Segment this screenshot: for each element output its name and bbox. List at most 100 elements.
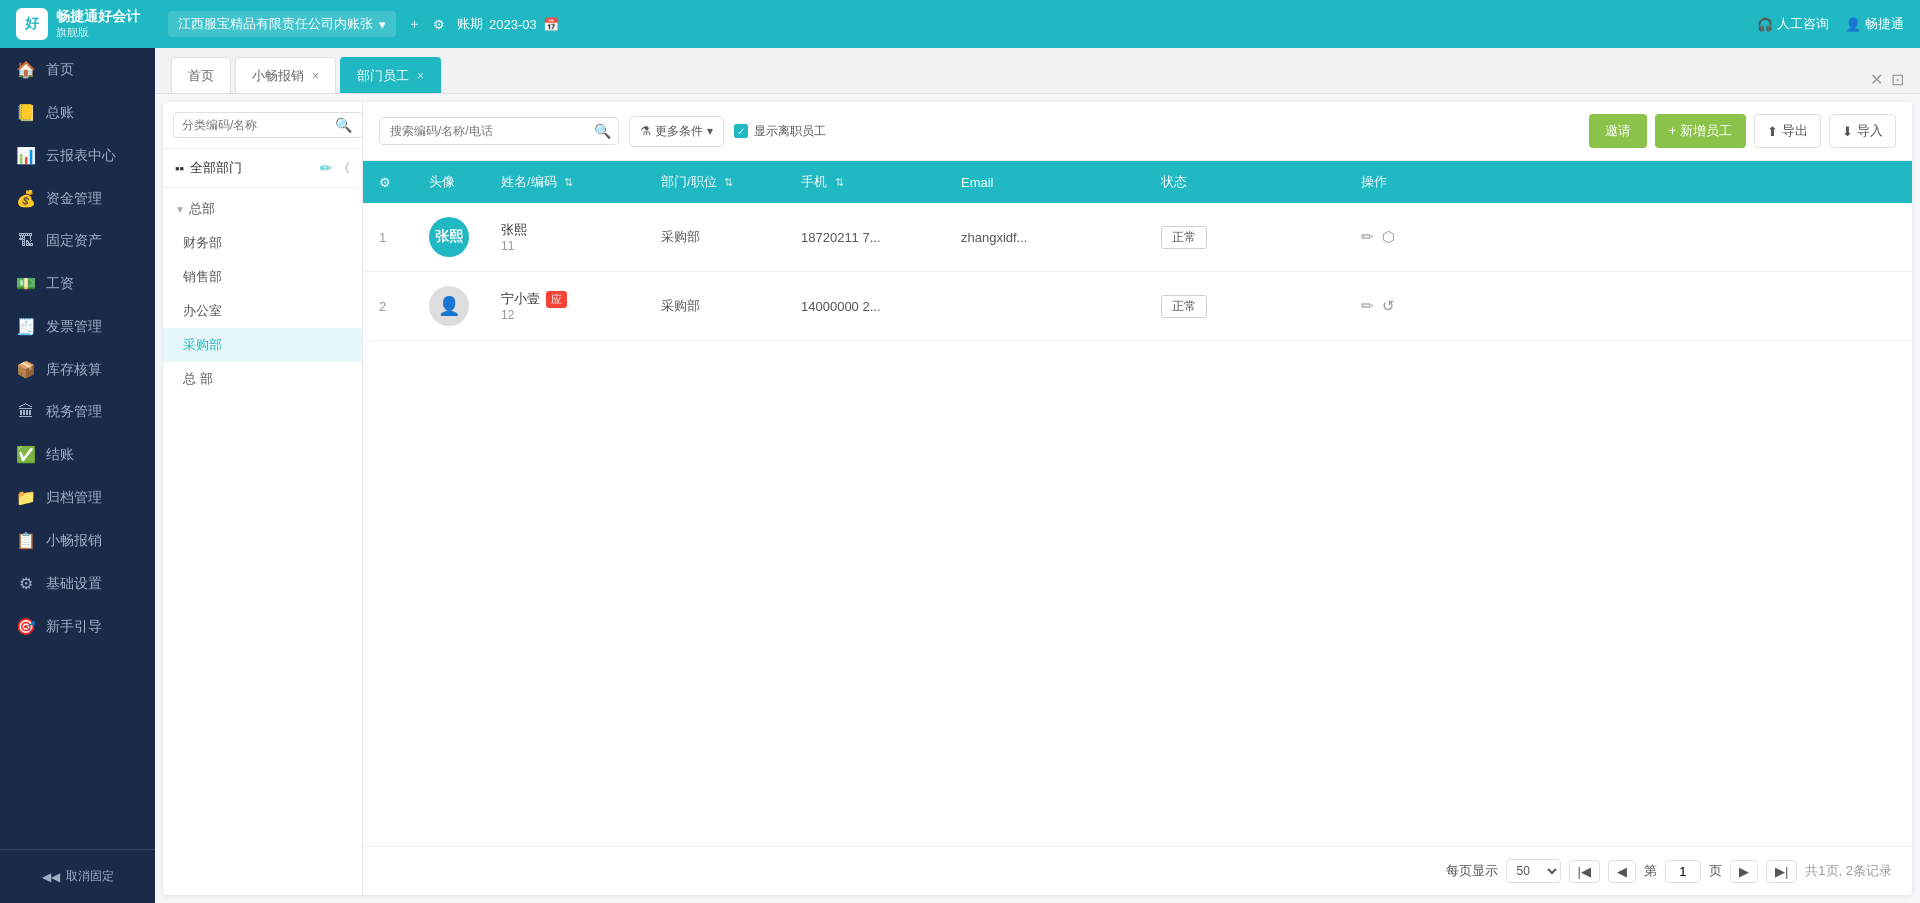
- sidebar-item-home[interactable]: 🏠 首页: [0, 48, 155, 91]
- sidebar-item-archive[interactable]: 📁 归档管理: [0, 476, 155, 519]
- row2-index: 2: [363, 272, 413, 341]
- unfix-icon: ◀◀: [42, 870, 60, 884]
- sidebar-item-basic-settings[interactable]: ⚙ 基础设置: [0, 562, 155, 605]
- invite-button[interactable]: 邀请: [1589, 114, 1647, 148]
- all-dept-header[interactable]: ▪▪ 全部部门 ✏ 《: [163, 149, 362, 188]
- calendar-icon[interactable]: 📅: [543, 17, 559, 32]
- sidebar-item-fixed-assets[interactable]: 🏗 固定资产: [0, 220, 155, 262]
- last-page-button[interactable]: ▶|: [1766, 860, 1797, 883]
- dept-item-xiaoshou[interactable]: 销售部: [163, 260, 362, 294]
- row1-edit-icon[interactable]: ✏: [1361, 228, 1374, 246]
- total-records-label: 共1页, 2条记录: [1805, 862, 1892, 880]
- row2-name: 宁小壹 应 12: [485, 272, 645, 341]
- dept-label-zongbu: 总部: [189, 200, 215, 218]
- reports-icon: 📊: [16, 146, 36, 165]
- row2-dept: 采购部: [645, 272, 785, 341]
- employee-search-input[interactable]: [379, 117, 619, 145]
- sidebar-label-expense: 小畅报销: [46, 532, 102, 550]
- main-layout: 🏠 首页 📒 总账 📊 云报表中心 💰 资金管理 🏗 固定资产 💵 工资 🧾 发…: [0, 48, 1920, 903]
- sidebar-item-funds[interactable]: 💰 资金管理: [0, 177, 155, 220]
- settings-button[interactable]: ⚙: [433, 17, 445, 32]
- unfix-button[interactable]: ◀◀ 取消固定: [0, 860, 155, 893]
- prev-page-button[interactable]: ◀: [1608, 860, 1636, 883]
- page-number-input[interactable]: [1665, 860, 1701, 883]
- sidebar-item-expense[interactable]: 📋 小畅报销: [0, 519, 155, 562]
- sidebar-item-inventory[interactable]: 📦 库存核算: [0, 348, 155, 391]
- row1-name: 张熙 11: [485, 203, 645, 272]
- sidebar-label-ledger: 总账: [46, 104, 74, 122]
- sidebar-item-invoice[interactable]: 🧾 发票管理: [0, 305, 155, 348]
- employee-search-icon[interactable]: 🔍: [594, 123, 611, 139]
- assets-icon: 🏗: [16, 232, 36, 250]
- row2-phone: 14000000 2...: [785, 272, 945, 341]
- show-resigned-checkbox[interactable]: ✓: [734, 124, 748, 138]
- period-label: 账期: [457, 15, 483, 33]
- per-page-select[interactable]: 50 10 20 100: [1506, 859, 1561, 883]
- tab-home[interactable]: 首页: [171, 57, 231, 93]
- first-page-button[interactable]: |◀: [1569, 860, 1600, 883]
- col-settings[interactable]: ⚙: [363, 161, 413, 203]
- app-name: 畅捷通好会计: [56, 8, 140, 25]
- funds-icon: 💰: [16, 189, 36, 208]
- export-icon: ⬆: [1767, 124, 1778, 139]
- maximize-window-button[interactable]: ⊡: [1891, 70, 1904, 89]
- ai-consult-button[interactable]: 🎧 人工咨询: [1757, 15, 1829, 33]
- row2-refresh-icon[interactable]: ↺: [1382, 297, 1395, 315]
- table-row: 1 张熙 张熙 11 采购部: [363, 203, 1912, 272]
- archive-icon: 📁: [16, 488, 36, 507]
- dept-search-icon[interactable]: 🔍: [335, 117, 352, 133]
- sidebar-item-close-account[interactable]: ✅ 结账: [0, 433, 155, 476]
- sidebar-item-general-ledger[interactable]: 📒 总账: [0, 91, 155, 134]
- table-row: 2 👤 宁小壹 应: [363, 272, 1912, 341]
- inventory-icon: 📦: [16, 360, 36, 379]
- tab-expense-close[interactable]: ×: [312, 69, 319, 83]
- col-phone[interactable]: 手机 ⇅: [785, 161, 945, 203]
- dept-collapse-icon[interactable]: 《: [338, 160, 350, 177]
- company-selector[interactable]: 江西服宝精品有限责任公司内账张 ▾: [168, 11, 396, 37]
- sidebar-item-salary[interactable]: 💵 工资: [0, 262, 155, 305]
- sidebar-label-tax: 税务管理: [46, 403, 102, 421]
- tab-dept-employee[interactable]: 部门员工 ×: [340, 57, 441, 93]
- col-name[interactable]: 姓名/编码 ⇅: [485, 161, 645, 203]
- close-account-icon: ✅: [16, 445, 36, 464]
- tab-dept-label: 部门员工: [357, 67, 409, 85]
- show-resigned-label[interactable]: ✓ 显示离职员工: [734, 123, 826, 140]
- page-suffix-label: 页: [1709, 862, 1722, 880]
- toolbar-right: 邀请 + 新增员工 ⬆ 导出 ⬇ 导入: [1589, 114, 1896, 148]
- guide-icon: 🎯: [16, 617, 36, 636]
- filter-button[interactable]: ⚗ 更多条件 ▾: [629, 116, 724, 147]
- col-status: 状态: [1145, 161, 1345, 203]
- employee-table: ⚙ 头像 姓名/编码 ⇅ 部门/职位 ⇅: [363, 161, 1912, 341]
- sidebar-item-reports[interactable]: 📊 云报表中心: [0, 134, 155, 177]
- import-button[interactable]: ⬇ 导入: [1829, 114, 1896, 148]
- sidebar-label-inventory: 库存核算: [46, 361, 102, 379]
- filter-chevron-icon: ▾: [707, 124, 713, 138]
- top-bar: 好 畅捷通好会计 旗舰版 江西服宝精品有限责任公司内账张 ▾ ＋ ⚙ 账期 20…: [0, 0, 1920, 48]
- sidebar-item-tax[interactable]: 🏛 税务管理: [0, 391, 155, 433]
- dept-item-caiwu[interactable]: 财务部: [163, 226, 362, 260]
- col-avatar: 头像: [413, 161, 485, 203]
- dept-item-caigou[interactable]: 采购部: [163, 328, 362, 362]
- dept-edit-icon[interactable]: ✏: [320, 160, 332, 176]
- tab-expense[interactable]: 小畅报销 ×: [235, 57, 336, 93]
- row1-delete-icon[interactable]: ⬡: [1382, 228, 1395, 246]
- row1-email: zhangxidf...: [945, 203, 1145, 272]
- row1-phone: 18720211 7...: [785, 203, 945, 272]
- export-button[interactable]: ⬆ 导出: [1754, 114, 1821, 148]
- sidebar-item-guide[interactable]: 🎯 新手引导: [0, 605, 155, 648]
- tab-dept-close[interactable]: ×: [417, 69, 424, 83]
- dept-item-zongbu[interactable]: ▼ 总部: [163, 192, 362, 226]
- user-menu-button[interactable]: 👤 畅捷通: [1845, 15, 1904, 33]
- next-page-button[interactable]: ▶: [1730, 860, 1758, 883]
- add-employee-button[interactable]: + 新增员工: [1655, 114, 1746, 148]
- col-dept[interactable]: 部门/职位 ⇅: [645, 161, 785, 203]
- employee-table-area: ⚙ 头像 姓名/编码 ⇅ 部门/职位 ⇅: [363, 161, 1912, 846]
- dept-item-zongbu2[interactable]: 总 部: [163, 362, 362, 396]
- add-button[interactable]: ＋: [408, 15, 421, 33]
- close-window-button[interactable]: ✕: [1870, 70, 1883, 89]
- sidebar-label-home: 首页: [46, 61, 74, 79]
- logo-area: 好 畅捷通好会计 旗舰版: [16, 8, 156, 40]
- dept-label-xiaoshou: 销售部: [183, 268, 222, 286]
- dept-item-bangongshi[interactable]: 办公室: [163, 294, 362, 328]
- row2-edit-icon[interactable]: ✏: [1361, 297, 1374, 315]
